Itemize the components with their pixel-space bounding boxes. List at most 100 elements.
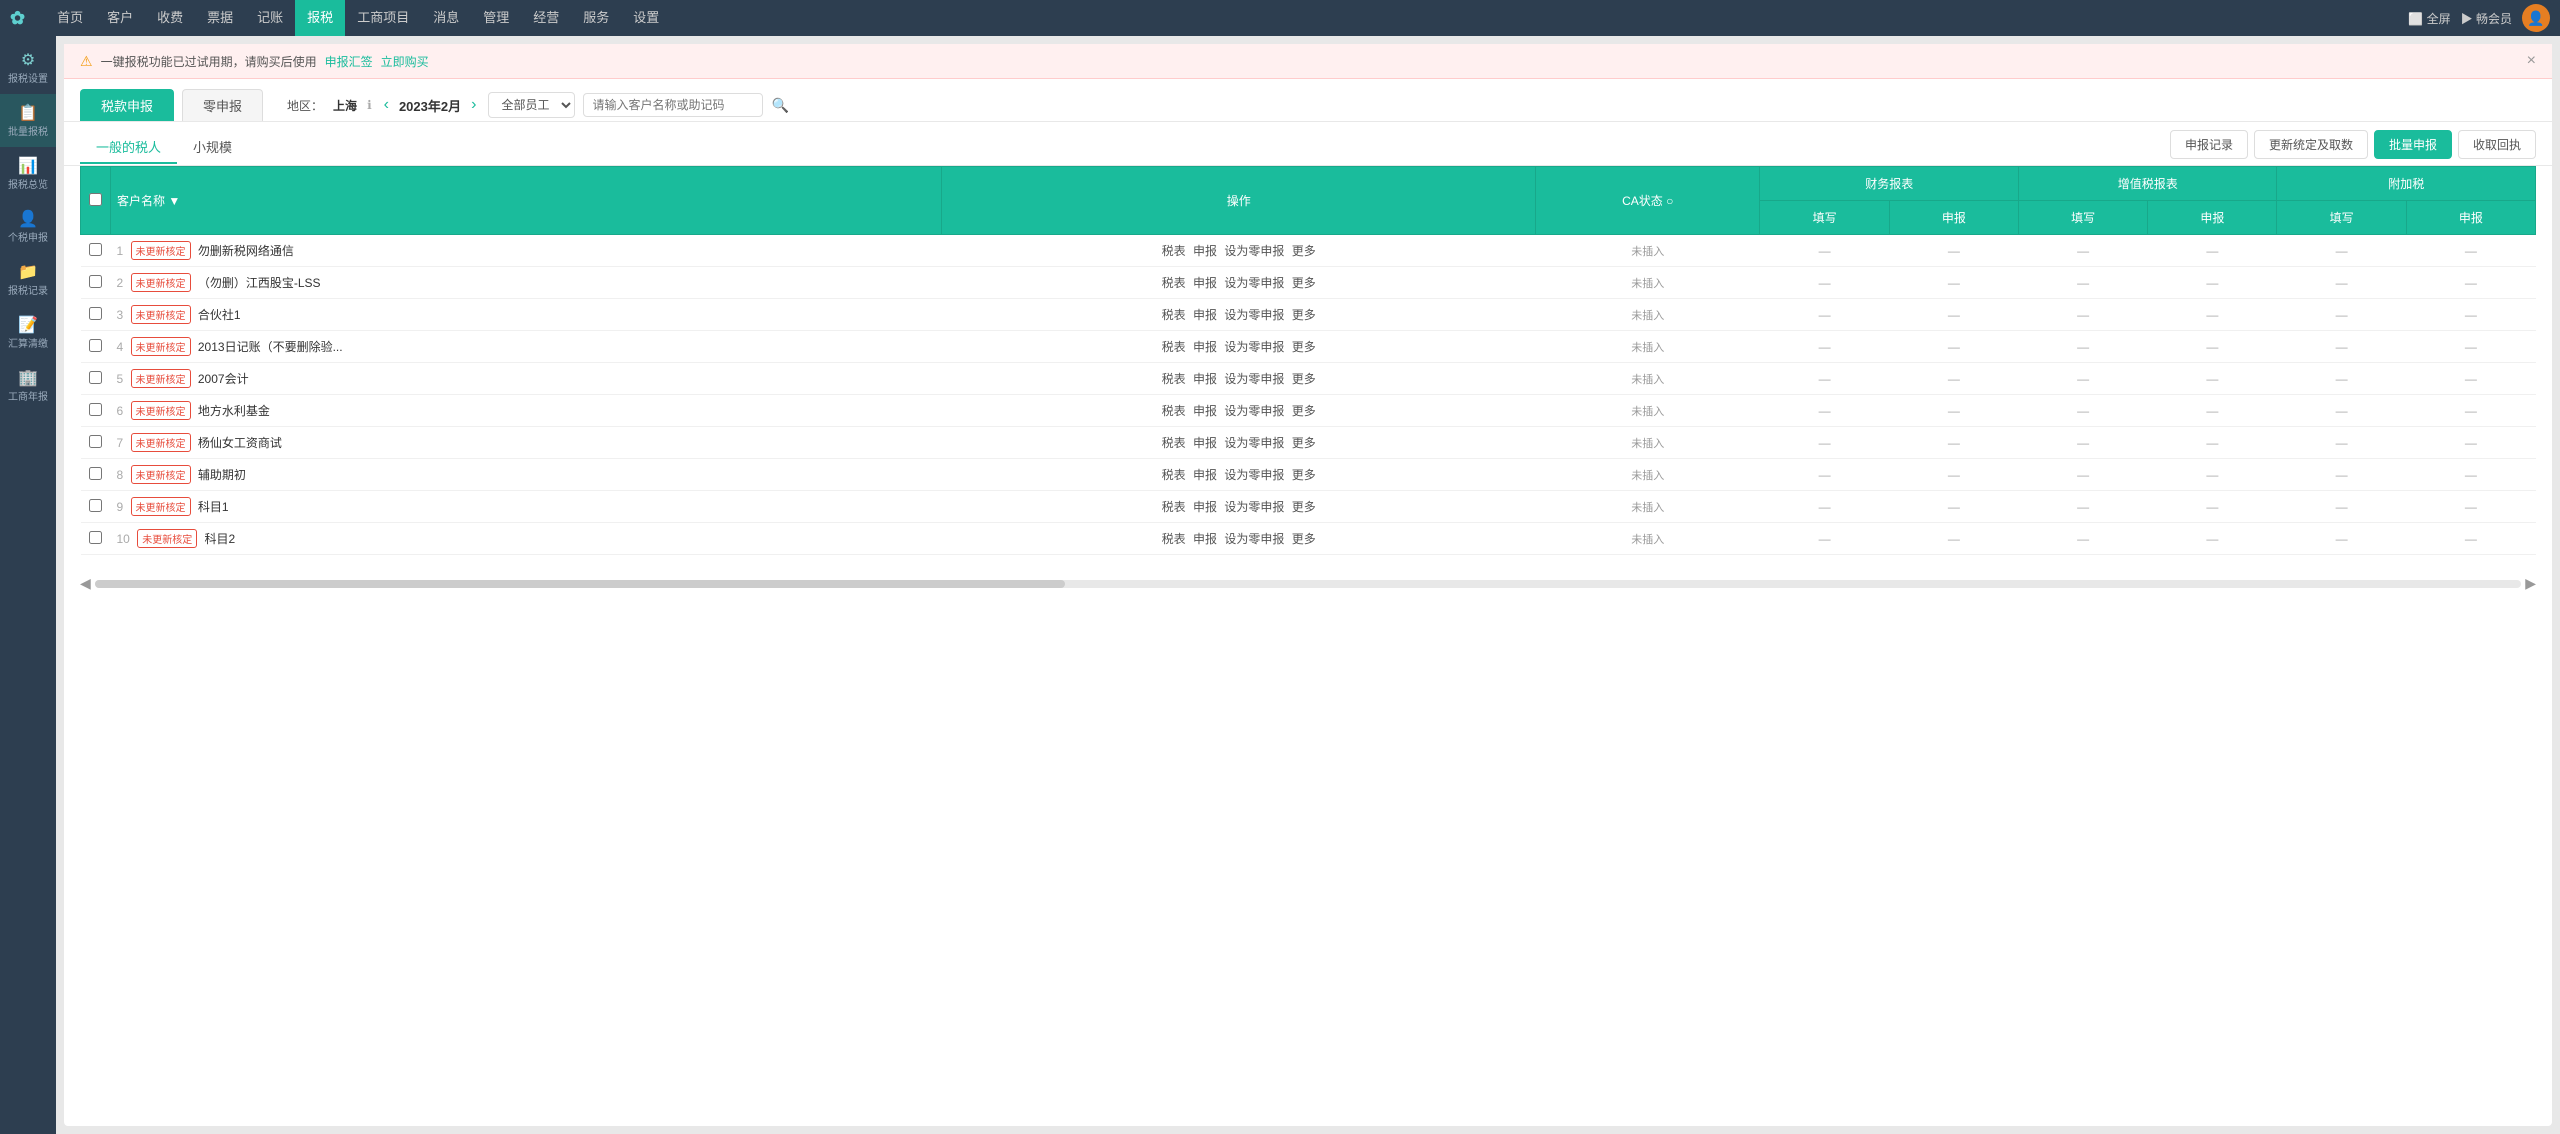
nav-business[interactable]: 工商项目 [345,0,421,36]
op-申报[interactable]: 申报 [1193,340,1220,354]
op-设为零申报[interactable]: 设为零申报 [1224,276,1287,290]
op-更多[interactable]: 更多 [1292,436,1316,450]
nav-message[interactable]: 消息 [421,0,471,36]
op-申报[interactable]: 申报 [1193,404,1220,418]
op-更多[interactable]: 更多 [1292,276,1316,290]
op-更多[interactable]: 更多 [1292,372,1316,386]
buy-link[interactable]: 立即购买 [381,53,429,70]
scroll-left-arrow[interactable]: ◀ [80,575,91,592]
op-申报[interactable]: 申报 [1193,500,1220,514]
batch-declare-btn[interactable]: 批量申报 [2374,130,2452,159]
collect-receipt-btn[interactable]: 收取回执 [2458,130,2536,159]
nav-invoice[interactable]: 票据 [195,0,245,36]
op-申报[interactable]: 申报 [1193,308,1220,322]
op-申报[interactable]: 申报 [1193,468,1220,482]
op-税表[interactable]: 税表 [1162,532,1189,546]
nav-home[interactable]: 首页 [45,0,95,36]
row-checkbox[interactable] [89,403,102,416]
sidebar-item-tax-overview[interactable]: 📊 报税总览 [0,147,56,200]
op-申报[interactable]: 申报 [1193,276,1220,290]
op-更多[interactable]: 更多 [1292,308,1316,322]
nav-fee[interactable]: 收费 [145,0,195,36]
nav-settings[interactable]: 设置 [621,0,671,36]
op-税表[interactable]: 税表 [1162,276,1189,290]
scrollbar-thumb[interactable] [95,580,1066,588]
search-button[interactable]: 🔍 [771,97,788,114]
op-更多[interactable]: 更多 [1292,340,1316,354]
op-税表[interactable]: 税表 [1162,404,1189,418]
sidebar-item-business-report[interactable]: 🏢 工商年报 [0,359,56,412]
op-税表[interactable]: 税表 [1162,308,1189,322]
banner-text: 一键报税功能已过试用期，请购买后使用 [101,53,317,70]
row-checkbox[interactable] [89,435,102,448]
op-设为零申报[interactable]: 设为零申报 [1224,372,1287,386]
op-申报[interactable]: 申报 [1193,436,1220,450]
declaration-link[interactable]: 申报汇签 [325,53,373,70]
search-input[interactable] [583,93,763,117]
vip-btn[interactable]: ▶ 畅会员 [2461,10,2512,27]
declaration-records-btn[interactable]: 申报记录 [2170,130,2248,159]
op-税表[interactable]: 税表 [1162,500,1189,514]
row-checkbox[interactable] [89,339,102,352]
row-checkbox[interactable] [89,499,102,512]
op-更多[interactable]: 更多 [1292,468,1316,482]
row-checkbox[interactable] [89,467,102,480]
tab-zero-declaration[interactable]: 零申报 [182,89,263,121]
client-name: 合伙社1 [198,308,241,322]
operations-cell: 税表 申报 设为零申报 更多 [942,491,1536,523]
op-设为零申报[interactable]: 设为零申报 [1224,468,1287,482]
op-税表[interactable]: 税表 [1162,468,1189,482]
op-设为零申报[interactable]: 设为零申报 [1224,340,1287,354]
banner-close-btn[interactable]: × [2527,52,2536,70]
nav-service[interactable]: 服务 [571,0,621,36]
user-avatar[interactable]: 👤 [2522,4,2550,32]
row-checkbox[interactable] [89,243,102,256]
op-税表[interactable]: 税表 [1162,372,1189,386]
op-设为零申报[interactable]: 设为零申报 [1224,404,1287,418]
sub-tab-general[interactable]: 一般的税人 [80,131,177,164]
select-all-checkbox[interactable] [89,193,102,206]
op-申报[interactable]: 申报 [1193,532,1220,546]
row-checkbox[interactable] [89,531,102,544]
op-更多[interactable]: 更多 [1292,532,1316,546]
vat-fill-cell: — [2018,459,2147,491]
nav-operation[interactable]: 经营 [521,0,571,36]
status-badge: 未更新核定 [131,401,191,420]
op-申报[interactable]: 申报 [1193,372,1220,386]
sidebar-item-batch-tax[interactable]: 📋 批量报税 [0,94,56,147]
op-税表[interactable]: 税表 [1162,244,1189,258]
nav-manage[interactable]: 管理 [471,0,521,36]
op-设为零申报[interactable]: 设为零申报 [1224,308,1287,322]
sidebar-item-tax-settings[interactable]: ⚙ 报税设置 [0,41,56,94]
op-更多[interactable]: 更多 [1292,244,1316,258]
table-row: 10 未更新核定 科目2 税表 申报 设为零申报 更多 未插入 — — — — … [81,523,2536,555]
row-checkbox[interactable] [89,307,102,320]
scroll-right-arrow[interactable]: ▶ [2525,575,2536,592]
row-checkbox[interactable] [89,371,102,384]
op-申报[interactable]: 申报 [1193,244,1220,258]
update-stats-btn[interactable]: 更新统定及取数 [2254,130,2368,159]
nav-client[interactable]: 客户 [95,0,145,36]
sidebar-item-tax-records[interactable]: 📁 报税记录 [0,253,56,306]
op-更多[interactable]: 更多 [1292,404,1316,418]
nav-tax[interactable]: 报税 [295,0,345,36]
sub-tab-small[interactable]: 小规模 [177,131,248,164]
row-checkbox[interactable] [89,275,102,288]
dept-select[interactable]: 全部员工 [488,92,575,118]
op-税表[interactable]: 税表 [1162,340,1189,354]
op-设为零申报[interactable]: 设为零申报 [1224,244,1287,258]
sidebar-item-personal-tax[interactable]: 👤 个税申报 [0,200,56,253]
info-icon[interactable]: ℹ [367,98,372,112]
tab-tax-declaration[interactable]: 税款申报 [80,89,174,121]
nav-bookkeeping[interactable]: 记账 [245,0,295,36]
date-next-btn[interactable]: › [467,96,480,114]
op-设为零申报[interactable]: 设为零申报 [1224,500,1287,514]
op-更多[interactable]: 更多 [1292,500,1316,514]
sidebar-item-settlement[interactable]: 📝 汇算清缴 [0,306,56,359]
fin-fill-cell: — [1760,427,1889,459]
date-prev-btn[interactable]: ‹ [380,96,393,114]
fullscreen-btn[interactable]: ⬜ 全屏 [2408,10,2450,27]
op-设为零申报[interactable]: 设为零申报 [1224,436,1287,450]
op-设为零申报[interactable]: 设为零申报 [1224,532,1287,546]
op-税表[interactable]: 税表 [1162,436,1189,450]
